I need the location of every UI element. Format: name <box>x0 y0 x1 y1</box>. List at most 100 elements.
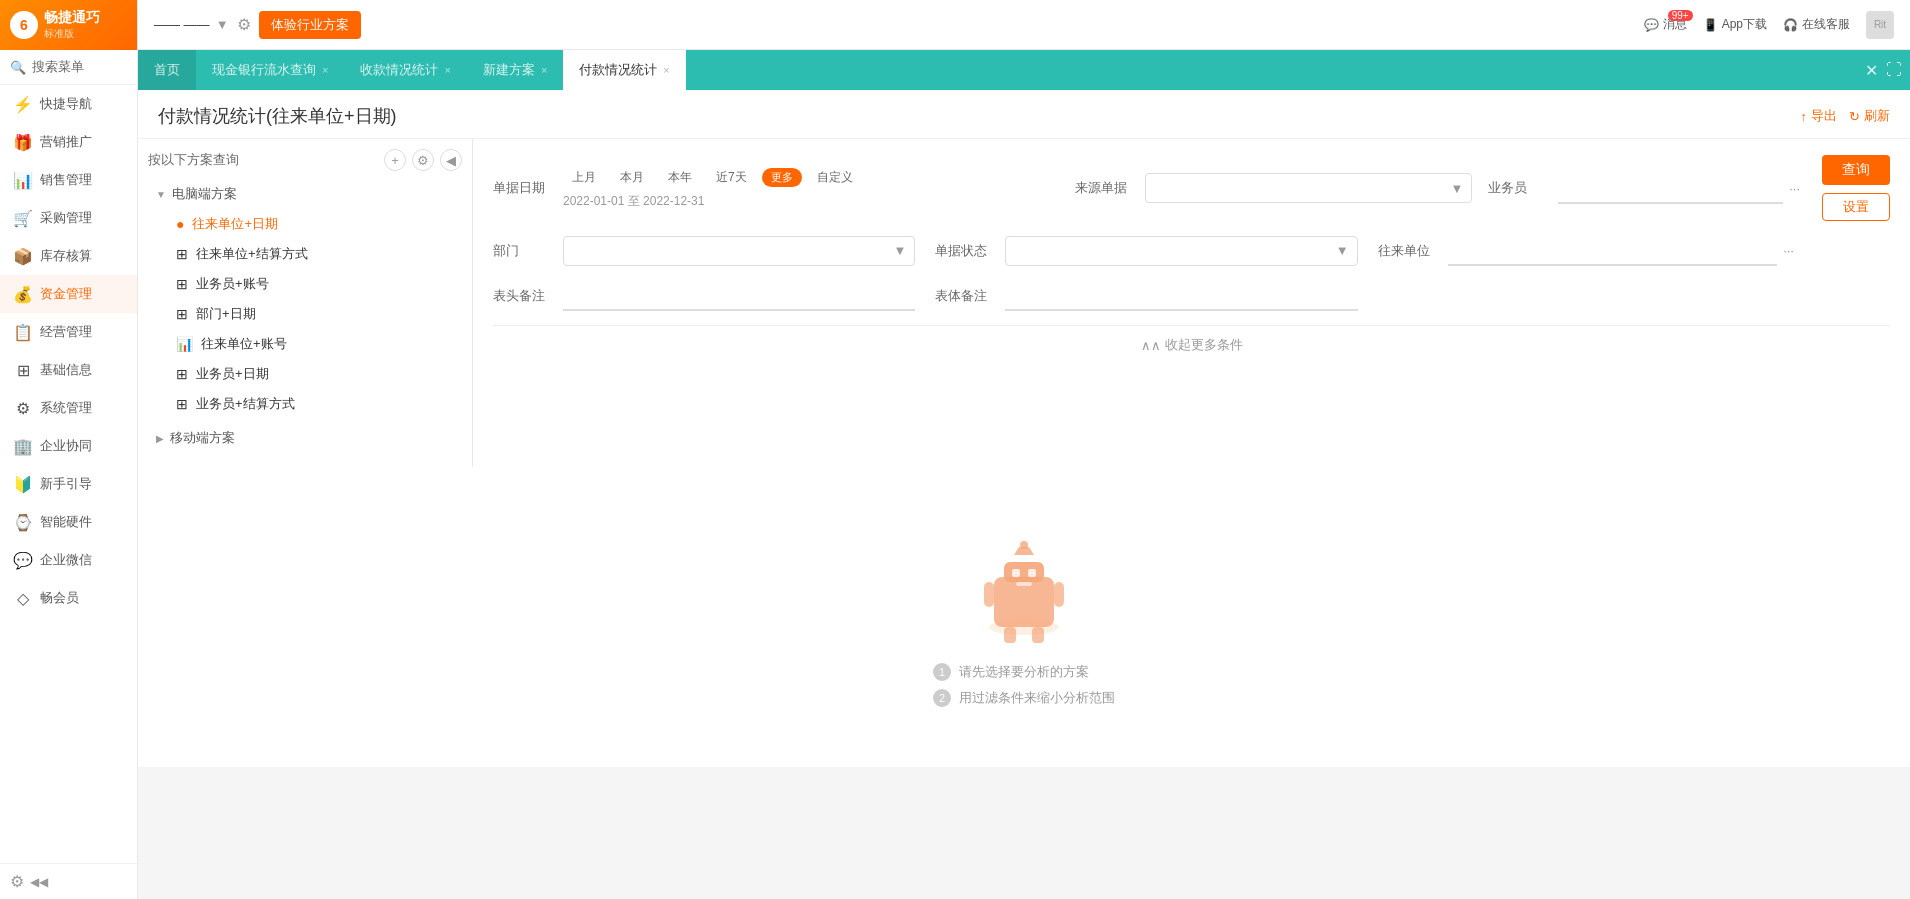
tab-home[interactable]: 首页 <box>138 50 196 90</box>
dept-filter: 部门 ▼ <box>493 236 915 266</box>
sidebar-item-purchase[interactable]: 🛒 采购管理 <box>0 199 137 237</box>
sidebar-item-sales[interactable]: 📊 销售管理 <box>0 161 137 199</box>
tab-cash-flow[interactable]: 现金银行流水查询 × <box>196 50 344 90</box>
date-btn-7days[interactable]: 近7天 <box>707 166 756 189</box>
tab-label: 现金银行流水查询 <box>212 61 316 79</box>
tab-close-icon[interactable]: × <box>541 64 547 76</box>
settings-button[interactable]: 设置 <box>1822 193 1890 221</box>
sidebar-item-hardware[interactable]: ⌚ 智能硬件 <box>0 503 137 541</box>
sidebar-item-basic[interactable]: ⊞ 基础信息 <box>0 351 137 389</box>
collapse-button[interactable]: ∧∧ 收起更多条件 <box>1141 336 1243 354</box>
footer-collapse-icon[interactable]: ◀◀ <box>30 875 48 889</box>
system-icon: ⚙ <box>14 399 32 417</box>
refresh-button[interactable]: ↻ 刷新 <box>1849 107 1890 125</box>
source-select[interactable]: ▼ <box>1145 173 1472 203</box>
scheme-item-staff-settle[interactable]: ⊞ 业务员+结算方式 <box>148 389 462 419</box>
date-btn-this-year[interactable]: 本年 <box>659 166 701 189</box>
app-download-action[interactable]: 📱 App下载 <box>1703 16 1767 33</box>
scheme-item-unit-date[interactable]: ● 往来单位+日期 <box>148 209 462 239</box>
empty-tip-2: 2 用过滤条件来缩小分析范围 <box>933 689 1115 707</box>
scheme-group-desktop-header[interactable]: ▼ 电脑端方案 <box>148 179 462 209</box>
company-name: —— —— <box>154 17 210 32</box>
company-selector[interactable]: —— —— ▼ <box>154 17 229 32</box>
svg-rect-4 <box>1028 569 1036 577</box>
sidebar-item-label: 基础信息 <box>40 361 92 379</box>
counterparty-input[interactable] <box>1448 235 1777 265</box>
tab-close-icon[interactable]: × <box>322 64 328 76</box>
scheme-group-title: 移动端方案 <box>170 429 235 447</box>
scheme-group-mobile: ▶ 移动端方案 <box>148 423 462 453</box>
sidebar-item-label: 快捷导航 <box>40 95 92 113</box>
date-btn-last-month[interactable]: 上月 <box>563 166 605 189</box>
sidebar-item-guide[interactable]: 🔰 新手引导 <box>0 465 137 503</box>
staff-more-icon[interactable]: ··· <box>1783 181 1806 196</box>
scheme-item-unit-settle[interactable]: ⊞ 往来单位+结算方式 <box>148 239 462 269</box>
main-area: —— —— ▼ ⚙ 体验行业方案 💬 消息 99+ 📱 App下载 🎧 在线客服… <box>138 0 1910 899</box>
scheme-settings-button[interactable]: ⚙ <box>412 149 434 171</box>
scheme-group-mobile-header[interactable]: ▶ 移动端方案 <box>148 423 462 453</box>
body-note-input[interactable] <box>1005 280 1357 310</box>
service-label: 在线客服 <box>1802 16 1850 33</box>
sidebar-item-marketing[interactable]: 🎁 营销推广 <box>0 123 137 161</box>
close-all-tabs-icon[interactable]: ✕ <box>1865 61 1878 80</box>
sidebar-item-label: 企业协同 <box>40 437 92 455</box>
tab-new-scheme[interactable]: 新建方案 × <box>467 50 563 90</box>
date-btn-custom[interactable]: 自定义 <box>808 166 862 189</box>
sidebar-item-quick-nav[interactable]: ⚡ 快捷导航 <box>0 85 137 123</box>
date-range-display: 2022-01-01 至 2022-12-31 <box>563 193 862 210</box>
staff-input[interactable] <box>1558 173 1783 203</box>
doc-status-select[interactable]: ▼ <box>1005 236 1357 266</box>
sidebar-item-system[interactable]: ⚙ 系统管理 <box>0 389 137 427</box>
sidebar-item-label: 智能硬件 <box>40 513 92 531</box>
scheme-item-staff-date[interactable]: ⊞ 业务员+日期 <box>148 359 462 389</box>
sidebar-item-label: 新手引导 <box>40 475 92 493</box>
sidebar-item-enterprise[interactable]: 🏢 企业协同 <box>0 427 137 465</box>
sidebar-item-operation[interactable]: 📋 经营管理 <box>0 313 137 351</box>
message-action[interactable]: 💬 消息 99+ <box>1644 16 1687 33</box>
add-scheme-button[interactable]: + <box>384 149 406 171</box>
doc-status-label: 单据状态 <box>935 242 995 260</box>
service-action[interactable]: 🎧 在线客服 <box>1783 16 1850 33</box>
date-btn-more[interactable]: 更多 <box>762 168 802 187</box>
trial-button[interactable]: 体验行业方案 <box>259 11 361 39</box>
header-note-filter: 表头备注 <box>493 280 915 311</box>
scheme-item-unit-account[interactable]: 📊 往来单位+账号 <box>148 329 462 359</box>
counterparty-more-icon[interactable]: ··· <box>1777 243 1800 258</box>
scheme-item-staff-account[interactable]: ⊞ 业务员+账号 <box>148 269 462 299</box>
sidebar-item-label: 营销推广 <box>40 133 92 151</box>
tab-label: 付款情况统计 <box>579 61 657 79</box>
hardware-icon: ⌚ <box>14 513 32 531</box>
sidebar-item-wechat[interactable]: 💬 企业微信 <box>0 541 137 579</box>
svg-rect-5 <box>1016 582 1032 586</box>
sidebar-item-capital[interactable]: 💰 资金管理 <box>0 275 137 313</box>
tab-label: 新建方案 <box>483 61 535 79</box>
tab-close-icon[interactable]: × <box>663 64 669 76</box>
tab-receivable[interactable]: 收款情况统计 × <box>344 50 466 90</box>
filter-row-1: 单据日期 上月 本月 本年 近7天 更多 自定义 20 <box>493 155 1890 221</box>
empty-state: 1 请先选择要分析的方案 2 用过滤条件来缩小分析范围 <box>138 467 1910 767</box>
sidebar-item-inventory[interactable]: 📦 库存核算 <box>0 237 137 275</box>
query-button[interactable]: 查询 <box>1822 155 1890 185</box>
export-button[interactable]: ↑ 导出 <box>1801 107 1838 125</box>
header-note-input[interactable] <box>563 280 915 310</box>
expand-icon[interactable]: ⛶ <box>1886 61 1902 79</box>
operation-icon: 📋 <box>14 323 32 341</box>
dept-select[interactable]: ▼ <box>563 236 915 266</box>
scheme-icon: ⊞ <box>176 366 188 382</box>
user-avatar[interactable]: Rit <box>1866 11 1894 39</box>
sidebar-item-label: 资金管理 <box>40 285 92 303</box>
search-menu[interactable]: 🔍 搜索菜单 <box>0 50 137 85</box>
sidebar-item-label: 企业微信 <box>40 551 92 569</box>
tab-payment-stat[interactable]: 付款情况统计 × <box>563 50 685 90</box>
enterprise-icon: 🏢 <box>14 437 32 455</box>
search-icon: 🔍 <box>10 60 26 75</box>
topbar-settings-icon[interactable]: ⚙ <box>237 15 251 34</box>
tab-close-icon[interactable]: × <box>444 64 450 76</box>
tab-label: 收款情况统计 <box>360 61 438 79</box>
sidebar-item-member[interactable]: ◇ 畅会员 <box>0 579 137 617</box>
footer-settings-icon[interactable]: ⚙ <box>10 872 24 891</box>
scheme-item-dept-date[interactable]: ⊞ 部门+日期 <box>148 299 462 329</box>
quick-nav-icon: ⚡ <box>14 95 32 113</box>
scheme-collapse-button[interactable]: ◀ <box>440 149 462 171</box>
date-btn-this-month[interactable]: 本月 <box>611 166 653 189</box>
